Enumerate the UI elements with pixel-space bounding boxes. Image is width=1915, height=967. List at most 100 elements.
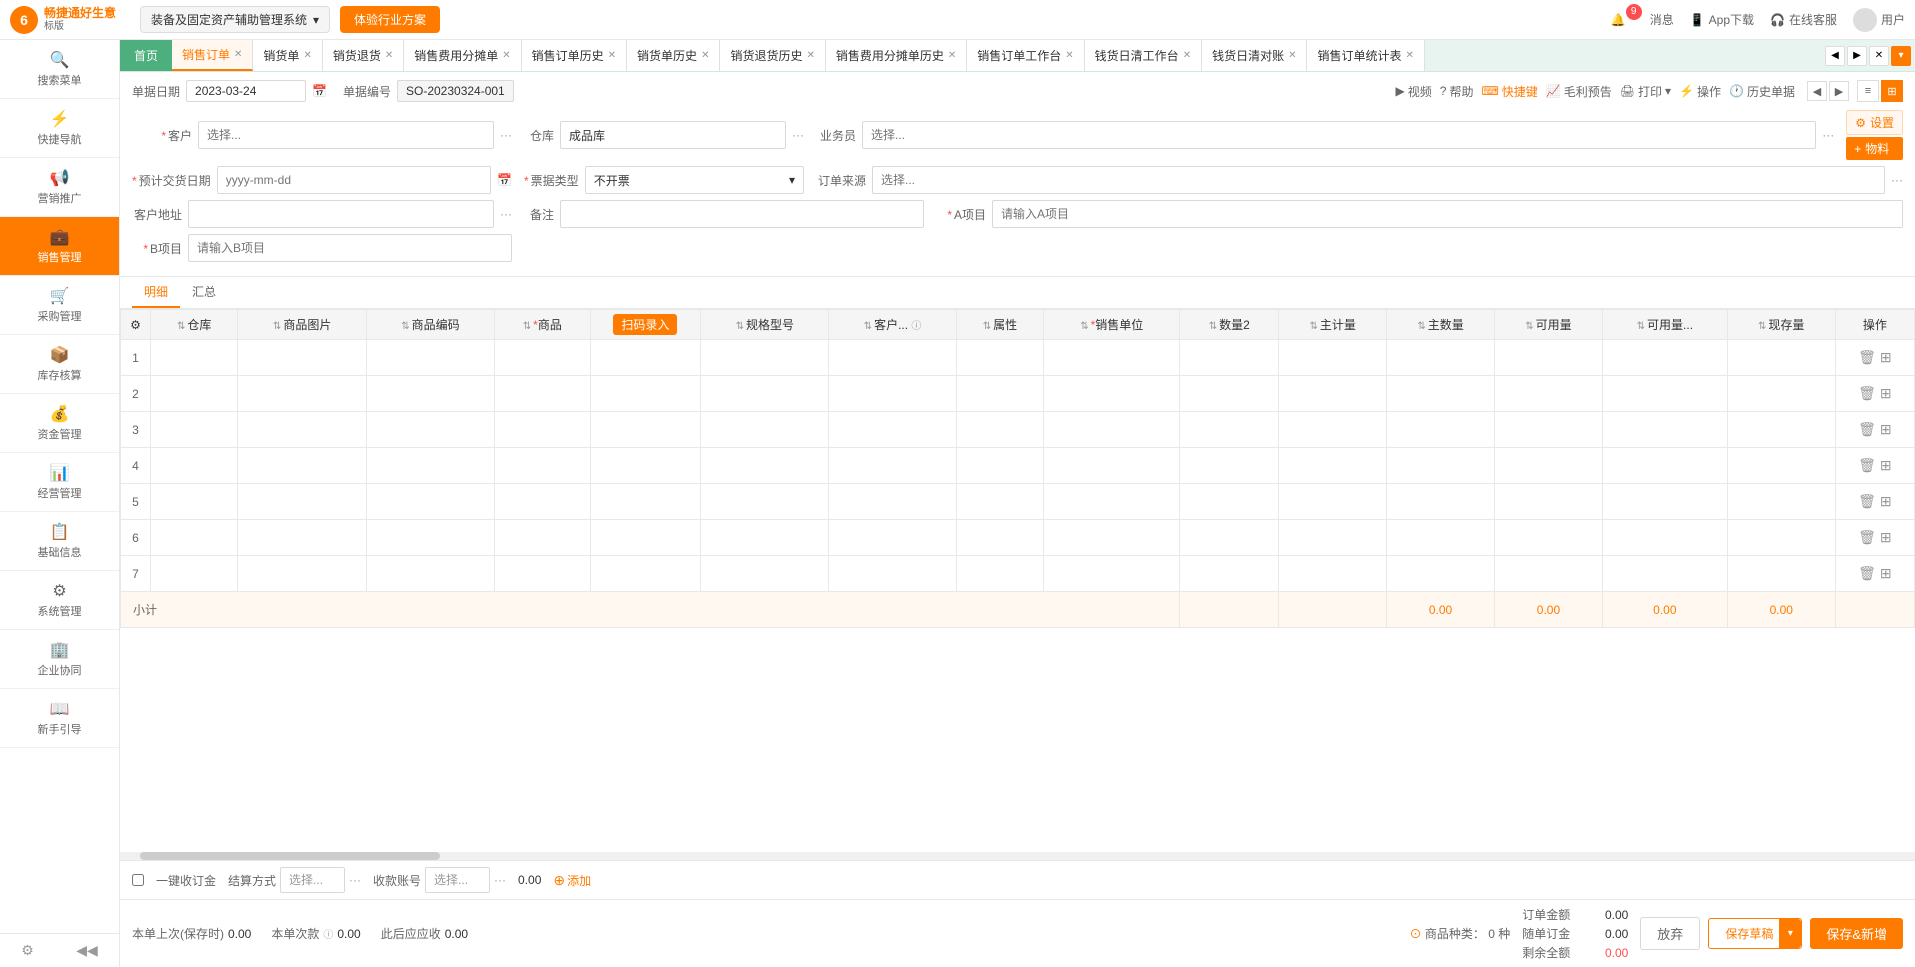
table-scroll-bar[interactable] — [140, 852, 440, 860]
tab-sales-order[interactable]: 销售订单 ✕ — [172, 40, 253, 71]
calendar-icon[interactable]: 📅 — [312, 84, 327, 98]
project-b-input[interactable] — [188, 234, 512, 262]
help-btn[interactable]: ? 帮助 — [1440, 83, 1474, 100]
td-main-unit[interactable] — [1279, 340, 1387, 376]
salesperson-input[interactable] — [862, 121, 1816, 149]
sidebar-item-marketing[interactable]: 📢 营销推广 — [0, 158, 119, 217]
delivery-input[interactable] — [217, 166, 491, 194]
date-input[interactable]: 2023-03-24 — [186, 80, 306, 102]
td-image[interactable] — [238, 340, 366, 376]
sidebar-item-system[interactable]: ⚙ 系统管理 — [0, 571, 119, 630]
profit-btn[interactable]: 📈 毛利预告 — [1546, 83, 1612, 100]
tab-sales-fee[interactable]: 销售费用分摊单 ✕ — [404, 40, 521, 71]
system-selector[interactable]: 装备及固定资产辅助管理系统 ▾ — [140, 6, 330, 33]
td-qty2[interactable] — [1180, 340, 1279, 376]
save-draft-arrow[interactable]: ▾ — [1779, 919, 1801, 948]
payment-checkbox[interactable] — [132, 874, 144, 886]
sidebar-item-finance[interactable]: 💰 资金管理 — [0, 394, 119, 453]
collapse-icon[interactable]: ◀◀ — [76, 942, 98, 959]
td-available2[interactable] — [1602, 340, 1727, 376]
sidebar-item-guide[interactable]: 📖 新手引导 — [0, 689, 119, 748]
tab-home[interactable]: 首页 — [120, 40, 172, 71]
sidebar-item-sales[interactable]: 💼 销售管理 — [0, 217, 119, 276]
sidebar-item-enterprise[interactable]: 🏢 企业协同 — [0, 630, 119, 689]
view-mode-detail-btn[interactable]: ⊞ — [1881, 80, 1903, 102]
copy-btn[interactable]: ⊞ — [1880, 349, 1892, 366]
user-item[interactable]: 用户 — [1853, 8, 1905, 32]
settings-btn[interactable]: ⚙ 设置 — [1846, 110, 1903, 135]
add-material-btn[interactable]: + 物料 — [1846, 137, 1903, 160]
tab-sales-return2-history[interactable]: 销货退货历史 ✕ — [720, 40, 825, 71]
tab-cash-workbench[interactable]: 钱货日清工作台 ✕ — [1085, 40, 1202, 71]
trial-button[interactable]: 体验行业方案 — [340, 6, 440, 33]
tab-sales-history[interactable]: 销售订单历史 ✕ — [522, 40, 627, 71]
tab-close-icon[interactable]: ✕ — [502, 50, 510, 61]
th-scan[interactable]: 扫码录入 — [590, 310, 701, 340]
tab-close-icon[interactable]: ✕ — [1288, 50, 1296, 61]
tab-close-icon[interactable]: ✕ — [701, 50, 709, 61]
tab-close-icon[interactable]: ✕ — [608, 50, 616, 61]
delete-btn[interactable]: 🗑 — [1858, 385, 1876, 402]
invoice-select[interactable]: 不开票 ▾ — [585, 166, 804, 194]
account-select[interactable]: 选择... — [425, 867, 490, 893]
print-btn[interactable]: 🖨 打印 ▾ — [1620, 83, 1671, 100]
td-product[interactable] — [495, 340, 590, 376]
view-mode-list-btn[interactable]: ≡ — [1857, 80, 1879, 102]
app-download-item[interactable]: 📱 App下载 — [1690, 11, 1754, 28]
tab-close-icon[interactable]: ✕ — [806, 50, 814, 61]
tab-close-icon[interactable]: ✕ — [1065, 50, 1073, 61]
page-prev-btn[interactable]: ◀ — [1807, 81, 1827, 101]
save-new-button[interactable]: 保存&新增 — [1810, 918, 1903, 949]
tab-close-icon[interactable]: ✕ — [1406, 50, 1414, 61]
copy-btn[interactable]: ⊞ — [1880, 385, 1892, 402]
td-unit[interactable] — [1044, 340, 1180, 376]
operation-btn[interactable]: ⚡ 操作 — [1679, 83, 1721, 100]
notification-item[interactable]: 🔔 9 消息 — [1611, 11, 1674, 28]
copy-btn[interactable]: ⊞ — [1880, 493, 1892, 510]
detail-tab-summary[interactable]: 汇总 — [180, 277, 228, 308]
td-spec[interactable] — [701, 340, 829, 376]
tab-sales-return2[interactable]: 销货退货 ✕ — [323, 40, 404, 71]
tab-menu-button[interactable]: ▾ — [1891, 46, 1911, 66]
sidebar-item-purchase[interactable]: 🛒 采购管理 — [0, 276, 119, 335]
tab-sales-fee-history[interactable]: 销售费用分摊单历史 ✕ — [826, 40, 967, 71]
page-next-btn[interactable]: ▶ — [1829, 81, 1849, 101]
td-available[interactable] — [1495, 340, 1603, 376]
td-current-stock[interactable] — [1727, 340, 1835, 376]
delete-btn[interactable]: 🗑 — [1858, 457, 1876, 474]
tab-next-button[interactable]: ▶ — [1847, 46, 1867, 66]
project-a-input[interactable] — [992, 200, 1903, 228]
order-source-input[interactable] — [872, 166, 1885, 194]
customer-input[interactable] — [198, 121, 494, 149]
save-draft-button[interactable]: 保存草稿 ▾ — [1708, 918, 1802, 949]
address-input[interactable] — [188, 200, 494, 228]
sidebar-item-basic[interactable]: 📋 基础信息 — [0, 512, 119, 571]
tab-close-all-button[interactable]: ✕ — [1869, 46, 1889, 66]
td-main-qty[interactable] — [1387, 340, 1495, 376]
delete-btn[interactable]: 🗑 — [1858, 493, 1876, 510]
detail-tab-mingxi[interactable]: 明细 — [132, 277, 180, 308]
add-btn[interactable]: ⊕ 添加 — [553, 872, 591, 889]
sidebar-item-search[interactable]: 🔍 搜索菜单 — [0, 40, 119, 99]
sidebar-item-operations[interactable]: 📊 经营管理 — [0, 453, 119, 512]
tab-sales-summary[interactable]: 销售订单统计表 ✕ — [1307, 40, 1424, 71]
salesperson-expand-icon[interactable]: ··· — [1822, 128, 1834, 142]
tab-sales-return-history[interactable]: 销货单历史 ✕ — [627, 40, 720, 71]
copy-btn[interactable]: ⊞ — [1880, 529, 1892, 546]
tab-sales-workbench[interactable]: 销售订单工作台 ✕ — [967, 40, 1084, 71]
delete-btn[interactable]: 🗑 — [1858, 349, 1876, 366]
customer-expand-icon[interactable]: ··· — [500, 128, 512, 142]
th-gear[interactable]: ⚙ — [121, 310, 151, 340]
payment-method-select[interactable]: 选择... — [280, 867, 345, 893]
tab-sales-return[interactable]: 销货单 ✕ — [253, 40, 322, 71]
tab-prev-button[interactable]: ◀ — [1825, 46, 1845, 66]
td-code[interactable] — [366, 340, 494, 376]
tab-close-icon[interactable]: ✕ — [948, 50, 956, 61]
td-attribute[interactable] — [956, 340, 1043, 376]
sidebar-item-inventory[interactable]: 📦 库存核算 — [0, 335, 119, 394]
settings-footer-icon[interactable]: ⚙ — [21, 942, 34, 959]
tab-close-icon[interactable]: ✕ — [303, 50, 311, 61]
tab-close-icon[interactable]: ✕ — [234, 49, 242, 60]
tab-cash-reconcile[interactable]: 钱货日清对账 ✕ — [1202, 40, 1307, 71]
warehouse-select[interactable]: 成品库 — [560, 121, 786, 149]
